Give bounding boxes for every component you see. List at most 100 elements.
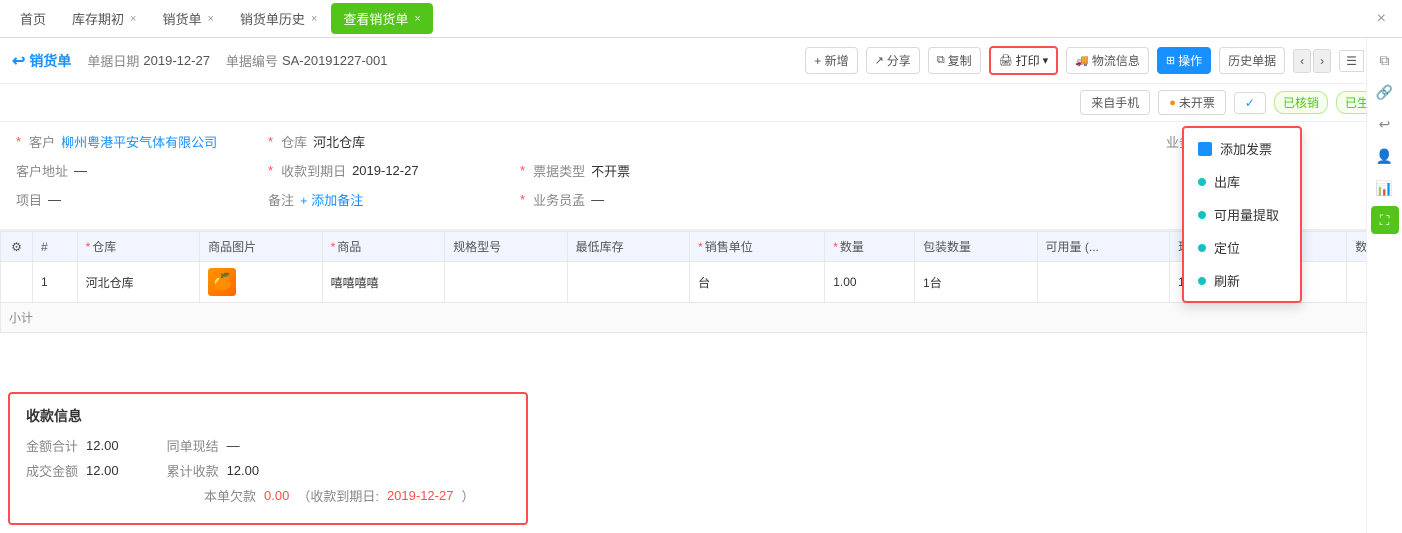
- sidebar-icon-chart[interactable]: 📊: [1371, 174, 1399, 202]
- col-spec: 规格型号: [445, 232, 568, 262]
- date-label: 单据日期: [87, 51, 139, 70]
- list-view-button[interactable]: ☰: [1339, 50, 1364, 72]
- row-spec: [445, 262, 568, 303]
- copy-button[interactable]: ⧉ 复制: [928, 47, 981, 74]
- col-qty: *数量: [825, 232, 915, 262]
- payment-info: 收款信息 金额合计 12.00 同单现结 — 成交金额 12.00 累计收款: [8, 392, 528, 525]
- close-sales-order[interactable]: ×: [207, 13, 213, 25]
- doc-type: ↩ 销货单: [12, 51, 71, 71]
- dropdown-locate[interactable]: 定位: [1184, 231, 1300, 264]
- product-image: 🍊: [208, 268, 236, 296]
- col-unit: *销售单位: [690, 232, 825, 262]
- dropdown-refresh[interactable]: 刷新: [1184, 264, 1300, 297]
- next-button[interactable]: ›: [1313, 49, 1331, 73]
- project-value: —: [48, 192, 61, 207]
- add-note-button[interactable]: + 添加备注: [300, 190, 363, 209]
- prev-button[interactable]: ‹: [1293, 49, 1311, 73]
- doc-actions: + 新增 ↗ 分享 ⧉ 复制 🖨 打印 ▾ 🚚 物流信息: [805, 46, 1390, 75]
- payment-row-2: 成交金额 12.00 累计收款 12.00: [26, 461, 510, 480]
- doc-type-icon: ↩: [12, 51, 25, 71]
- print-button[interactable]: 🖨 打印 ▾: [989, 46, 1059, 75]
- history-button[interactable]: 历史单据: [1219, 47, 1285, 74]
- col-min-stock: 最低库存: [567, 232, 690, 262]
- col-warehouse: *仓库: [77, 232, 200, 262]
- total-amount-item: 金额合计 12.00: [26, 436, 119, 455]
- tab-sales-history[interactable]: 销货单历史 ×: [228, 3, 329, 34]
- number-value: SA-20191227-001: [282, 53, 388, 68]
- available-qty-label: 可用量提取: [1214, 205, 1279, 224]
- from-phone-button[interactable]: 来自手机: [1080, 90, 1150, 115]
- col-gear: ⚙: [1, 232, 33, 262]
- open-ticket-button[interactable]: ● 未开票: [1158, 90, 1226, 115]
- sidebar-icon-link[interactable]: 🔗: [1371, 78, 1399, 106]
- close-view-sales[interactable]: ×: [414, 13, 420, 25]
- same-order-item: 同单现结 —: [167, 436, 240, 455]
- doc-number-field: 单据编号 SA-20191227-001: [226, 51, 388, 70]
- refresh-icon: [1198, 277, 1206, 285]
- share-button[interactable]: ↗ 分享: [866, 47, 920, 74]
- sidebar-icon-expand[interactable]: ⛶: [1371, 206, 1399, 234]
- doc-type-label: 销货单: [29, 51, 71, 71]
- customer-value[interactable]: 柳州粤港平安气体有限公司: [61, 132, 217, 151]
- tab-inventory-init[interactable]: 库存期初 ×: [60, 3, 148, 34]
- subtotal-label: 小计: [1, 303, 1402, 333]
- tab-home[interactable]: 首页: [8, 3, 58, 34]
- close-sales-history[interactable]: ×: [311, 13, 317, 25]
- tab-view-sales[interactable]: 查看销货单 ×: [331, 3, 432, 34]
- sales-required: *: [520, 192, 525, 207]
- warehouse-value: 河北仓库: [313, 132, 365, 151]
- main-content: ↩ 销货单 单据日期 2019-12-27 单据编号 SA-20191227-0…: [0, 38, 1402, 533]
- outbound-icon: [1198, 178, 1206, 186]
- doc-date-field: 单据日期 2019-12-27: [87, 51, 210, 70]
- address-label: 客户地址: [16, 161, 68, 180]
- due-label: 本单欠款: [204, 486, 256, 505]
- checked-badge: 已核销: [1274, 91, 1328, 114]
- sales-label: 业务员孟: [533, 190, 585, 209]
- col-available: 可用量 (...: [1037, 232, 1170, 262]
- new-button[interactable]: + 新增: [805, 47, 857, 74]
- note-label: 备注: [268, 190, 294, 209]
- locate-label: 定位: [1214, 238, 1240, 257]
- address-value: —: [74, 163, 87, 178]
- close-window[interactable]: ×: [1369, 10, 1394, 28]
- form-row-1: * 客户 柳州粤港平安气体有限公司 * 仓库 河北仓库 业务员 演示账号: [16, 132, 1386, 151]
- total-label: 金额合计: [26, 436, 78, 455]
- refresh-label: 刷新: [1214, 271, 1240, 290]
- logistics-button[interactable]: 🚚 物流信息: [1066, 47, 1149, 74]
- sidebar-icon-user[interactable]: 👤: [1371, 142, 1399, 170]
- dropdown-add-invoice[interactable]: 添加发票: [1184, 132, 1300, 165]
- close-inventory-init[interactable]: ×: [130, 13, 136, 25]
- outbound-label: 出库: [1214, 172, 1240, 191]
- check-button[interactable]: ✓: [1234, 92, 1266, 114]
- locate-icon: [1198, 244, 1206, 252]
- row-min-stock: [567, 262, 690, 303]
- right-sidebar: ⧉ 🔗 ↩ 👤 📊 ⛶: [1366, 38, 1402, 533]
- subtotal-row: 小计: [1, 303, 1402, 333]
- row-warehouse: 河北仓库: [77, 262, 200, 303]
- ops-button[interactable]: ⊞ 操作: [1157, 47, 1211, 74]
- total-value: 12.00: [86, 438, 119, 453]
- due-date-required: *: [268, 163, 273, 178]
- ticket-required: *: [520, 163, 525, 178]
- dropdown-outbound[interactable]: 出库: [1184, 165, 1300, 198]
- available-qty-icon: [1198, 211, 1206, 219]
- form-row-2: 客户地址 — * 收款到期日 2019-12-27 * 票据类型 不开票: [16, 161, 1386, 180]
- dropdown-available-qty[interactable]: 可用量提取: [1184, 198, 1300, 231]
- due-date-label: 收款到期日: [281, 161, 346, 180]
- tab-sales-order[interactable]: 销货单 ×: [150, 3, 225, 34]
- customer-required: *: [16, 134, 21, 149]
- due-date-value: 2019-12-27: [352, 163, 419, 178]
- ticket-field: * 票据类型 不开票: [520, 161, 740, 180]
- sidebar-icon-copy[interactable]: ⧉: [1371, 46, 1399, 74]
- doc-header: ↩ 销货单 单据日期 2019-12-27 单据编号 SA-20191227-0…: [0, 38, 1402, 84]
- warehouse-label: 仓库: [281, 132, 307, 151]
- row-available: [1037, 262, 1170, 303]
- warehouse-field: * 仓库 河北仓库: [268, 132, 488, 151]
- row-no: 1: [33, 262, 78, 303]
- transaction-item: 成交金额 12.00: [26, 461, 119, 480]
- sidebar-icon-return[interactable]: ↩: [1371, 110, 1399, 138]
- row-unit: 台: [690, 262, 825, 303]
- transaction-label: 成交金额: [26, 461, 78, 480]
- ticket-label: 票据类型: [533, 161, 585, 180]
- number-label: 单据编号: [226, 51, 278, 70]
